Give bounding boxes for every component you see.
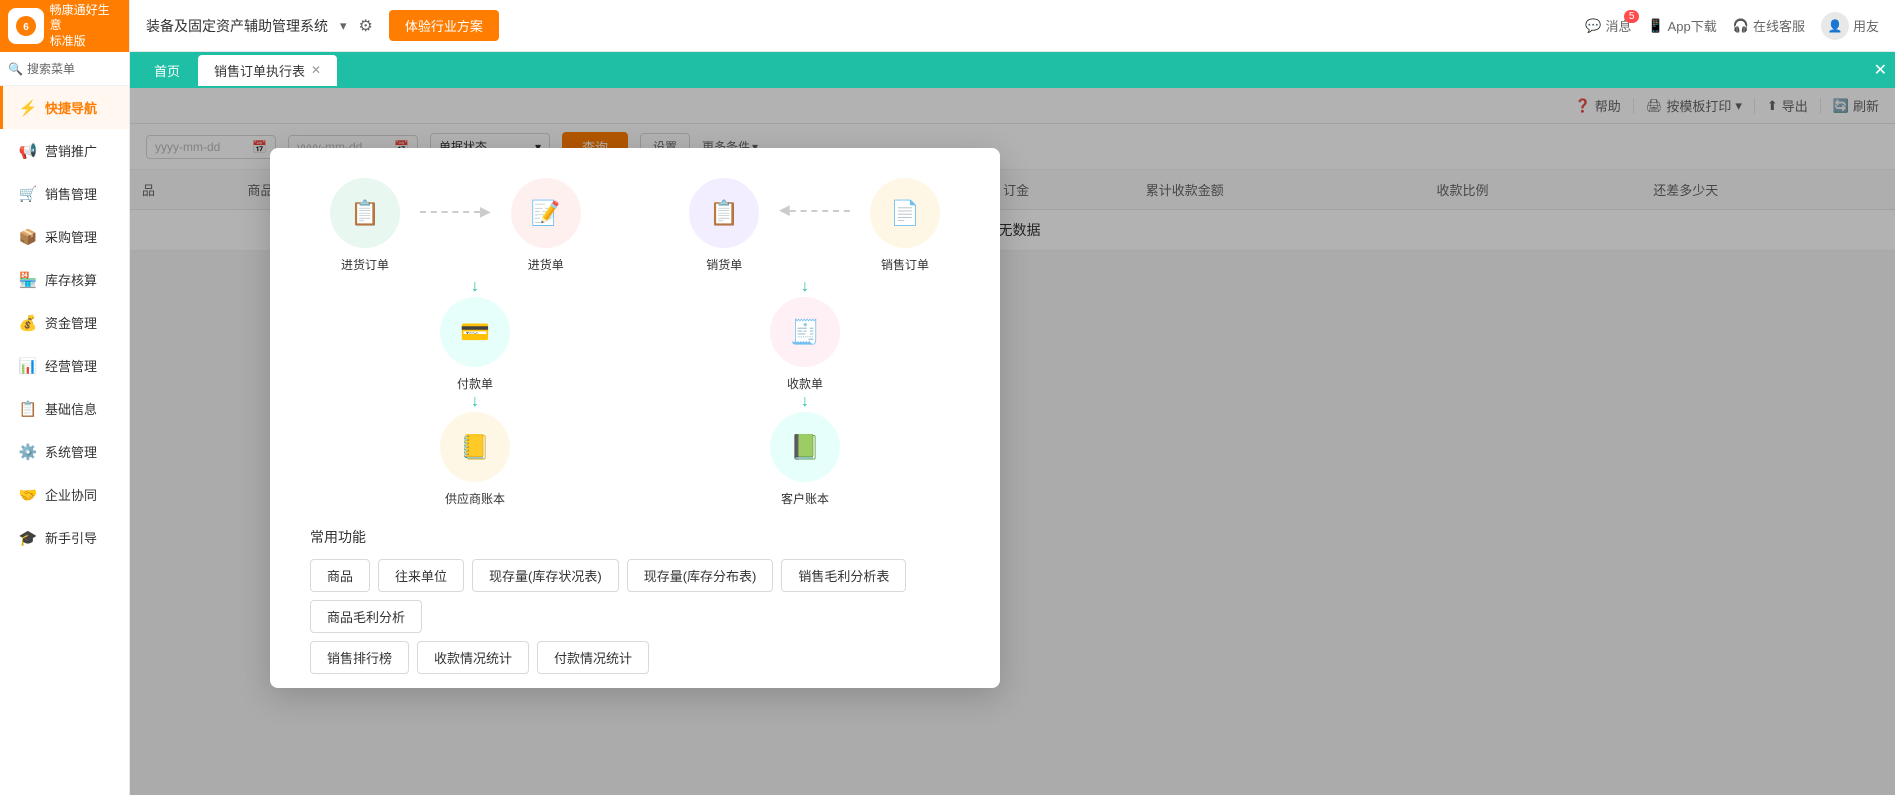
func-btn-stock-dist[interactable]: 现存量(库存分布表) [627, 559, 774, 592]
arrow-pay-down: ↓ [471, 392, 479, 412]
purchase-bill-label: 进货单 [528, 256, 564, 273]
message-icon: 💬 [1585, 18, 1601, 34]
arrow-po-to-pb: ▶ [420, 203, 491, 220]
main-content: 装备及固定资产辅助管理系统 ▾ ⚙ 体验行业方案 💬 消息 5 📱 App下载 … [130, 0, 1895, 795]
sidebar-item-marketing[interactable]: 📢 营销推广 [0, 129, 129, 172]
enterprise-icon: 🤝 [19, 486, 37, 504]
topbar: 装备及固定资产辅助管理系统 ▾ ⚙ 体验行业方案 💬 消息 5 📱 App下载 … [130, 0, 1895, 52]
func-btn-partner[interactable]: 往来单位 [378, 559, 464, 592]
receipt-label: 收款单 [787, 375, 823, 392]
marketing-icon: 📢 [19, 142, 37, 160]
modal-dialog: 📋 进货订单 ▶ 📝 进货单 [270, 148, 1000, 688]
func-btn-receipt-stats[interactable]: 收款情况统计 [417, 641, 529, 674]
message-badge: 5 [1624, 10, 1640, 23]
arrow-pb-down: ↓ [471, 277, 479, 297]
settings-icon[interactable]: ⚙ [359, 16, 373, 36]
func-btn-sales-profit[interactable]: 销售毛利分析表 [781, 559, 906, 592]
func-btn-payment-stats[interactable]: 付款情况统计 [537, 641, 649, 674]
purchase-order-label: 进货订单 [341, 256, 389, 273]
receipt-icon: 🧾 [770, 297, 840, 367]
sidebar-item-finance[interactable]: 💰 资金管理 [0, 301, 129, 344]
sidebar-item-sales[interactable]: 🛒 销售管理 [0, 172, 129, 215]
sales-icon: 🛒 [19, 185, 37, 203]
tab-close-icon[interactable]: ✕ [311, 63, 321, 77]
sidebar-item-enterprise[interactable]: 🤝 企业协同 [0, 473, 129, 516]
basic-info-icon: 📋 [19, 400, 37, 418]
online-service-btn[interactable]: 🎧 在线客服 [1733, 16, 1805, 35]
close-all-tabs-btn[interactable]: ✕ [1874, 60, 1887, 80]
finance-icon: 💰 [19, 314, 37, 332]
flow-node-receipt[interactable]: 🧾 收款单 [770, 297, 840, 392]
sidebar-nav: ⚡ 快捷导航 📢 营销推广 🛒 销售管理 📦 采购管理 🏪 库存核算 💰 [0, 86, 129, 795]
flow-node-payment[interactable]: 💳 付款单 [440, 297, 510, 392]
modal-overlay[interactable]: 📋 进货订单 ▶ 📝 进货单 [130, 88, 1895, 795]
payment-icon: 💳 [440, 297, 510, 367]
sidebar-item-inventory[interactable]: 🏪 库存核算 [0, 258, 129, 301]
func-btn-product-profit[interactable]: 商品毛利分析 [310, 600, 422, 633]
flow-node-supplier-ledger[interactable]: 📒 供应商账本 [440, 412, 510, 507]
func-btn-stock-status[interactable]: 现存量(库存状况表) [472, 559, 619, 592]
arrow-rec-down: ↓ [801, 392, 809, 412]
sidebar-search[interactable]: 🔍 搜索菜单 [0, 52, 129, 86]
purchase-icon: 📦 [19, 228, 37, 246]
logo-icon: 6 [8, 8, 44, 44]
flow-node-purchase-order[interactable]: 📋 进货订单 [330, 178, 400, 273]
purchase-bill-icon: 📝 [511, 178, 581, 248]
operations-icon: 📊 [19, 357, 37, 375]
inventory-icon: 🏪 [19, 271, 37, 289]
sidebar-item-basic-info[interactable]: 📋 基础信息 [0, 387, 129, 430]
system-title: 装备及固定资产辅助管理系统 [146, 16, 328, 36]
function-buttons-row1: 商品 往来单位 现存量(库存状况表) 现存量(库存分布表) 销售毛利分析表 商品… [310, 559, 960, 633]
function-buttons-row2: 销售排行榜 收款情况统计 付款情况统计 [310, 641, 960, 674]
arrow-so-to-sb: ▶ [779, 203, 850, 220]
download-icon: 📱 [1647, 18, 1663, 34]
sidebar-item-operations[interactable]: 📊 经营管理 [0, 344, 129, 387]
arrow-sb-down: ↓ [801, 277, 809, 297]
chevron-down-icon: ▾ [340, 18, 347, 34]
customer-ledger-icon: 📗 [770, 412, 840, 482]
func-btn-product[interactable]: 商品 [310, 559, 370, 592]
page-area: ❓ 帮助 🖨 按模板打印 ▾ ⬆ 导出 🔄 刷新 [130, 88, 1895, 795]
tab-sales-order[interactable]: 销售订单执行表 ✕ [198, 55, 337, 86]
sidebar-item-purchase[interactable]: 📦 采购管理 [0, 215, 129, 258]
flow-node-sales-bill[interactable]: 📋 销货单 [689, 178, 759, 273]
avatar: 👤 [1821, 12, 1849, 40]
sidebar-item-newbie[interactable]: 🎓 新手引导 [0, 516, 129, 559]
flow-node-customer-ledger[interactable]: 📗 客户账本 [770, 412, 840, 507]
user-menu[interactable]: 👤 用友 [1821, 12, 1879, 40]
sidebar: 6 畅康通好生意 标准版 🔍 搜索菜单 ⚡ 快捷导航 📢 营销推广 🛒 [0, 0, 130, 795]
func-btn-sales-rank[interactable]: 销售排行榜 [310, 641, 409, 674]
sidebar-item-system[interactable]: ⚙️ 系统管理 [0, 430, 129, 473]
sales-order-icon: 📄 [870, 178, 940, 248]
flow-node-purchase-bill[interactable]: 📝 进货单 [511, 178, 581, 273]
system-icon: ⚙️ [19, 443, 37, 461]
tab-home[interactable]: 首页 [138, 55, 196, 86]
sales-order-label: 销售订单 [881, 256, 929, 273]
topbar-right: 💬 消息 5 📱 App下载 🎧 在线客服 👤 用友 [1585, 12, 1879, 40]
common-functions-title: 常用功能 [310, 527, 960, 547]
sales-bill-label: 销货单 [706, 256, 742, 273]
svg-text:6: 6 [23, 22, 29, 33]
purchase-order-icon: 📋 [330, 178, 400, 248]
payment-label: 付款单 [457, 375, 493, 392]
sales-bill-icon: 📋 [689, 178, 759, 248]
sidebar-logo: 6 畅康通好生意 标准版 [0, 0, 129, 52]
quick-nav-icon: ⚡ [19, 99, 37, 117]
tabbar: 首页 销售订单执行表 ✕ ✕ [130, 52, 1895, 88]
logo-text: 畅康通好生意 标准版 [50, 3, 121, 50]
headset-icon: 🎧 [1733, 18, 1749, 34]
supplier-ledger-icon: 📒 [440, 412, 510, 482]
message-btn[interactable]: 💬 消息 5 [1585, 16, 1631, 35]
customer-ledger-label: 客户账本 [781, 490, 829, 507]
sidebar-item-quick-nav[interactable]: ⚡ 快捷导航 [0, 86, 129, 129]
system-dropdown[interactable]: ▾ [340, 18, 347, 34]
try-industry-btn[interactable]: 体验行业方案 [389, 10, 499, 41]
search-icon: 🔍 [8, 62, 23, 76]
supplier-ledger-label: 供应商账本 [445, 490, 505, 507]
app-download-btn[interactable]: 📱 App下载 [1647, 16, 1716, 35]
flow-node-sales-order[interactable]: 📄 销售订单 [870, 178, 940, 273]
newbie-icon: 🎓 [19, 529, 37, 547]
